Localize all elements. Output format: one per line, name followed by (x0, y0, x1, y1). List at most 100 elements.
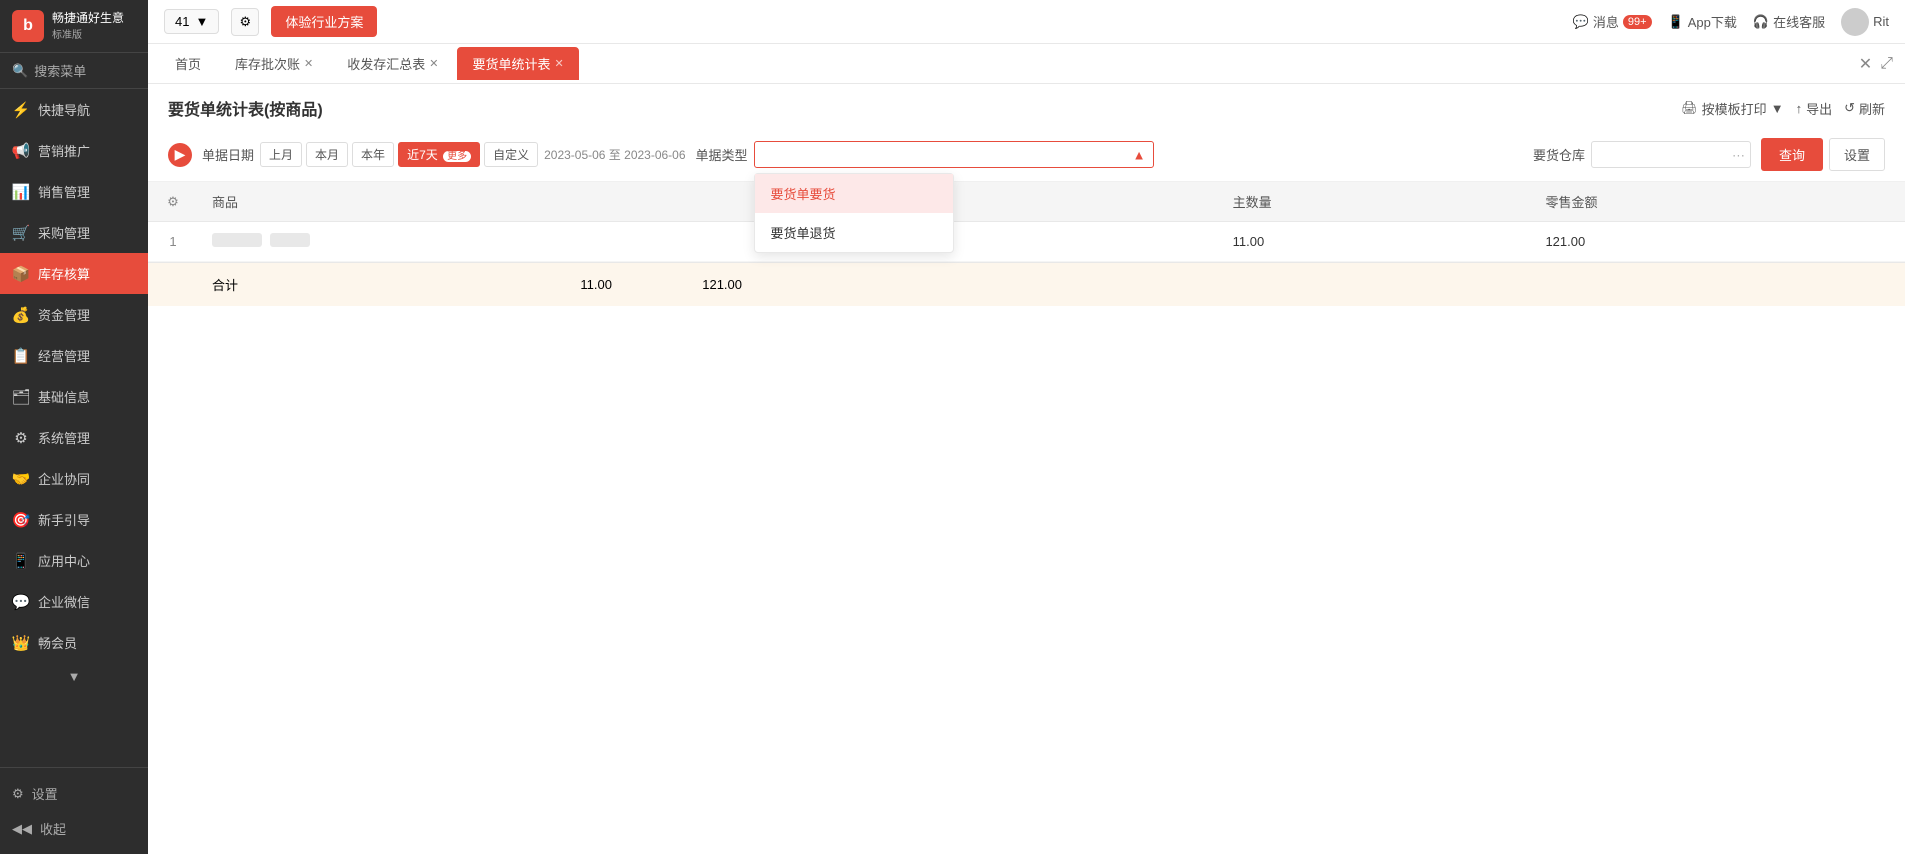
sidebar-item-finance[interactable]: 💰 资金管理 (0, 294, 148, 335)
warehouse-input-wrapper: ··· (1591, 141, 1751, 168)
sidebar-item-purchase[interactable]: 🛒 采购管理 (0, 212, 148, 253)
sidebar-label-system: 系统管理 (38, 428, 90, 447)
tabs-bar: 首页库存批次账✕收发存汇总表✕ 要货单统计表 ✕ ✕ ⤢ (148, 44, 1905, 84)
print-label: 按模板打印 (1702, 99, 1767, 118)
filter-area: ▶ 单据日期 上月 本月 本年 近7天 更多 自定义 2023-05-06 至 … (148, 128, 1905, 182)
export-button[interactable]: ↑ 导出 (1796, 99, 1833, 118)
export-icon: ↑ (1796, 101, 1803, 116)
last-7-days-button[interactable]: 近7天 更多 (398, 142, 480, 167)
messages-button[interactable]: 💬 消息 99+ (1573, 12, 1652, 31)
sidebar-item-guide[interactable]: 🎯 新手引导 (0, 499, 148, 540)
inventory-icon: 📦 (12, 265, 30, 283)
close-tab-button[interactable]: ✕ (1859, 54, 1872, 74)
refresh-icon: ↺ (1844, 100, 1855, 116)
top-header: 41 ▼ ⚙ 体验行业方案 💬 消息 99+ 📱 App下载 🎧 在线客服 (148, 0, 1905, 44)
last-month-button[interactable]: 上月 (260, 142, 302, 167)
print-chevron-icon: ▼ (1771, 101, 1784, 116)
sidebar-item-system[interactable]: ⚙ 系统管理 (0, 417, 148, 458)
sidebar-item-basic[interactable]: 🗂 基础信息 (0, 376, 148, 417)
sidebar-item-member[interactable]: 👑 畅会员 (0, 622, 148, 663)
member-icon: 👑 (12, 634, 30, 652)
sidebar-search[interactable]: 🔍 搜索菜单 (0, 53, 148, 89)
logo: b 畅捷通好生意 标准版 (0, 0, 148, 53)
doc-type-filter-group: 单据类型 ▲ 要货单要货 要货单退货 (696, 141, 1523, 168)
warehouse-more-icon[interactable]: ··· (1732, 147, 1745, 162)
query-button[interactable]: 查询 (1761, 138, 1823, 171)
search-icon: 🔍 (12, 63, 28, 79)
sidebar-label-member: 畅会员 (38, 633, 77, 652)
doc-type-arrow-icon[interactable]: ▲ (1133, 147, 1146, 162)
page-actions: 🖨 按模板打印 ▼ ↑ 导出 ↺ 刷新 (1681, 99, 1885, 118)
sidebar-item-operations[interactable]: 📋 经营管理 (0, 335, 148, 376)
basic-icon: 🗂 (12, 388, 30, 406)
trial-button[interactable]: 体验行业方案 (271, 6, 377, 37)
enterprise-icon: 🤝 (12, 470, 30, 488)
sidebar-label-finance: 资金管理 (38, 305, 90, 324)
tab-order-summary[interactable]: 要货单统计表 ✕ (457, 47, 578, 80)
sidebar-item-wechat[interactable]: 💬 企业微信 (0, 581, 148, 622)
table-header-amount: 零售金额 (1531, 182, 1905, 222)
page-inner: 要货单统计表(按商品) 🖨 按模板打印 ▼ ↑ 导出 ↺ 刷新 (148, 84, 1905, 854)
tab-close-inventory-batch[interactable]: ✕ (304, 57, 313, 70)
sidebar-scroll-down[interactable]: ▼ (0, 663, 148, 690)
header-gear-button[interactable]: ⚙ (231, 8, 259, 36)
tab-receivable-summary[interactable]: 收发存汇总表✕ (332, 47, 453, 80)
sidebar-label-quick-nav: 快捷导航 (38, 100, 90, 119)
this-month-button[interactable]: 本月 (306, 142, 348, 167)
custom-date-button[interactable]: 自定义 (484, 142, 538, 167)
dropdown-item-order-goods[interactable]: 要货单要货 (755, 174, 953, 213)
dropdown-item-order-return[interactable]: 要货单退货 (755, 213, 953, 252)
print-template-button[interactable]: 🖨 按模板打印 ▼ (1681, 99, 1783, 118)
collapse-icon: ◀◀ (12, 821, 32, 837)
header-left: 41 ▼ ⚙ 体验行业方案 (164, 6, 377, 37)
sidebar-item-collapse[interactable]: ◀◀ 收起 (0, 811, 148, 846)
tab-home[interactable]: 首页 (160, 47, 216, 80)
filter-toggle-button[interactable]: ▶ (168, 143, 192, 167)
sidebar-item-sales[interactable]: 📊 销售管理 (0, 171, 148, 212)
settings-button[interactable]: 设置 (1829, 138, 1885, 171)
online-service-label: 在线客服 (1773, 12, 1825, 31)
doc-type-input[interactable] (754, 141, 1154, 168)
total-amount: 121.00 (642, 277, 742, 292)
sidebar-item-marketing[interactable]: 📢 营销推广 (0, 130, 148, 171)
sidebar-label-inventory: 库存核算 (38, 264, 90, 283)
tab-number-selector[interactable]: 41 ▼ (164, 9, 219, 34)
warehouse-input[interactable] (1591, 141, 1751, 168)
marketing-icon: 📢 (12, 142, 30, 160)
page-title: 要货单统计表(按商品) (168, 96, 323, 120)
sidebar-label-enterprise: 企业协同 (38, 469, 90, 488)
sidebar-item-enterprise[interactable]: 🤝 企业协同 (0, 458, 148, 499)
tab-close-order-summary[interactable]: ✕ (555, 57, 564, 70)
tab-label-order-summary: 要货单统计表 (472, 54, 550, 73)
app-download-button[interactable]: 📱 App下载 (1668, 12, 1737, 31)
online-service-button[interactable]: 🎧 在线客服 (1753, 12, 1825, 31)
product-name-placeholder (212, 233, 262, 247)
page-content: 要货单统计表(按商品) 🖨 按模板打印 ▼ ↑ 导出 ↺ 刷新 (148, 84, 1905, 854)
tabs-right: ✕ ⤢ (1859, 54, 1893, 74)
data-table: ⚙ 商品 主计量单位 主数量 零售金额 1 块 11.00 121.00 (148, 182, 1905, 262)
sidebar-label-basic: 基础信息 (38, 387, 90, 406)
expand-tab-button[interactable]: ⤢ (1880, 55, 1893, 73)
sidebar-item-quick-nav[interactable]: ⚡ 快捷导航 (0, 89, 148, 130)
quick-nav-icon: ⚡ (12, 101, 30, 119)
sidebar-item-app-center[interactable]: 📱 应用中心 (0, 540, 148, 581)
sidebar-item-settings[interactable]: ⚙ 设置 (0, 776, 148, 811)
table-gear-icon[interactable]: ⚙ (167, 194, 179, 209)
sidebar-item-inventory[interactable]: 📦 库存核算 (0, 253, 148, 294)
operations-icon: 📋 (12, 347, 30, 365)
user-profile[interactable]: Rit (1841, 8, 1889, 36)
sidebar-search-label: 搜索菜单 (34, 61, 86, 80)
table-header-settings[interactable]: ⚙ (148, 182, 198, 222)
this-year-button[interactable]: 本年 (352, 142, 394, 167)
row-product (198, 222, 784, 262)
header-right: 💬 消息 99+ 📱 App下载 🎧 在线客服 Rit (1573, 8, 1889, 36)
date-buttons: 上月 本月 本年 近7天 更多 自定义 (260, 142, 538, 167)
tab-close-receivable-summary[interactable]: ✕ (429, 57, 438, 70)
system-icon: ⚙ (12, 429, 30, 447)
total-row: 合计 11.00 121.00 (148, 262, 1905, 306)
tab-inventory-batch[interactable]: 库存批次账✕ (220, 47, 328, 80)
refresh-button[interactable]: ↺ 刷新 (1844, 99, 1885, 118)
warehouse-filter-group: 要货仓库 ··· (1533, 141, 1751, 168)
page-title-bar: 要货单统计表(按商品) 🖨 按模板打印 ▼ ↑ 导出 ↺ 刷新 (148, 84, 1905, 128)
date-range-text: 2023-05-06 至 2023-06-06 (544, 146, 685, 163)
